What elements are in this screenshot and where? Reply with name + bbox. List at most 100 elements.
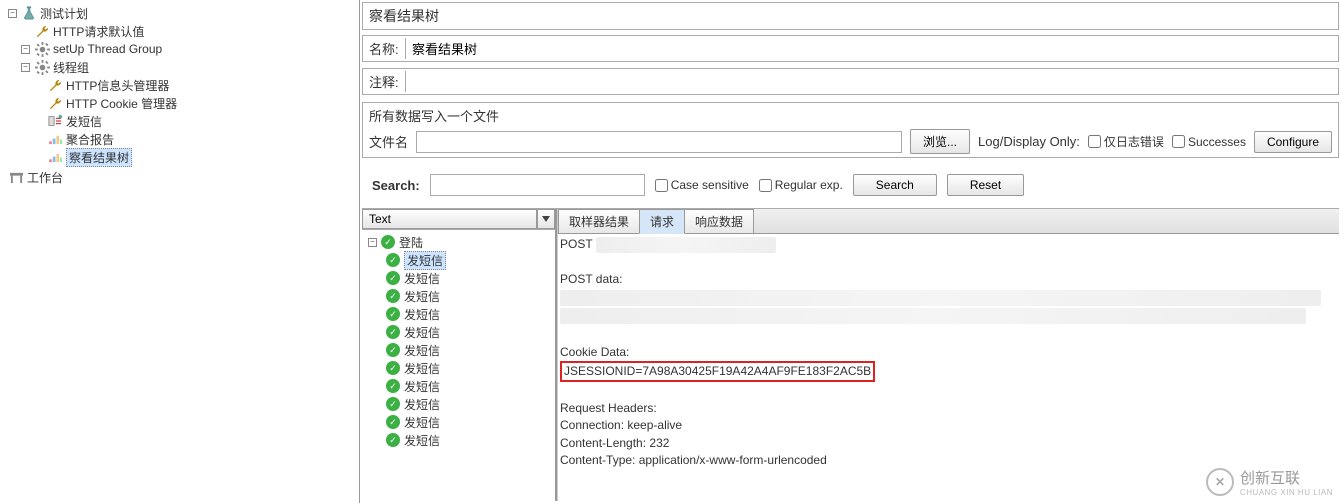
tree-item[interactable]: 聚合报告 bbox=[6, 130, 353, 148]
result-item[interactable]: ✓发短信 bbox=[366, 305, 551, 323]
result-label: 发短信 bbox=[404, 360, 440, 377]
success-icon: ✓ bbox=[381, 235, 395, 249]
successes-checkbox[interactable]: Successes bbox=[1172, 135, 1246, 149]
header-content-length: Content-Length: 232 bbox=[560, 435, 1337, 452]
tree-item[interactable]: HTTP Cookie 管理器 bbox=[6, 94, 353, 112]
success-icon: ✓ bbox=[386, 325, 400, 339]
name-input[interactable] bbox=[405, 38, 1338, 59]
tree-label: 聚合报告 bbox=[66, 131, 114, 148]
result-item[interactable]: ✓发短信 bbox=[366, 377, 551, 395]
panel-title: 察看结果树 bbox=[362, 2, 1339, 30]
request-detail-panel: 取样器结果 请求 响应数据 POST POST data: Cookie Dat… bbox=[557, 209, 1339, 501]
collapse-icon[interactable]: − bbox=[368, 238, 377, 247]
wrench-icon bbox=[47, 95, 63, 111]
result-item[interactable]: ✓ 发短信 bbox=[366, 251, 551, 269]
result-label: 发短信 bbox=[404, 342, 440, 359]
tree-label: 线程组 bbox=[53, 59, 89, 76]
cookie-value-highlight: JSESSIONID=7A98A30425F19A42A4AF9FE183F2A… bbox=[560, 361, 875, 382]
reset-button[interactable]: Reset bbox=[947, 174, 1024, 196]
result-label: 登陆 bbox=[399, 234, 423, 251]
result-item[interactable]: ✓ 发短信 bbox=[366, 431, 551, 449]
result-item[interactable]: ✓ 发短信 bbox=[366, 413, 551, 431]
tree-item[interactable]: −setUp Thread Group bbox=[6, 40, 353, 58]
chevron-down-icon[interactable] bbox=[537, 209, 555, 229]
detail-panel: 察看结果树 名称: 注释: 所有数据写入一个文件 文件名 浏览... Log/D… bbox=[360, 0, 1341, 503]
result-item[interactable]: ✓发短信 bbox=[366, 323, 551, 341]
tabs: 取样器结果 请求 响应数据 bbox=[558, 209, 1339, 234]
request-icon bbox=[47, 113, 63, 129]
comment-field-row: 注释: bbox=[362, 68, 1339, 95]
workbench-node[interactable]: 工作台 bbox=[6, 168, 353, 186]
result-item[interactable]: ✓ 发短信 bbox=[366, 269, 551, 287]
erlenmeyer-icon bbox=[21, 5, 37, 21]
watermark-logo: ✕ 创新互联 CHUANG XIN HU LIAN bbox=[1206, 467, 1333, 497]
renderer-dropdown[interactable]: Text bbox=[362, 209, 537, 229]
name-field-row: 名称: bbox=[362, 35, 1339, 62]
tree-label: HTTP信息头管理器 bbox=[66, 77, 169, 94]
result-label: 发短信 bbox=[404, 306, 440, 323]
results-tree-panel: Text − ✓ 登陆 ✓ 发短信 ✓ 发短信 ✓ 发短信 ✓ 发短信 ✓ 发短信 ✓ 发短信 ✓ 发短信… bbox=[362, 209, 557, 501]
result-item[interactable]: ✓ 发短信 bbox=[366, 341, 551, 359]
success-icon: ✓ bbox=[386, 415, 400, 429]
result-label: 发短信 bbox=[404, 432, 440, 449]
result-label: 发短信 bbox=[404, 378, 440, 395]
result-item[interactable]: ✓ 发短信 bbox=[366, 359, 551, 377]
success-icon: ✓ bbox=[386, 271, 400, 285]
success-icon: ✓ bbox=[386, 289, 400, 303]
success-icon: ✓ bbox=[386, 343, 400, 357]
tree-label: HTTP请求默认值 bbox=[53, 23, 144, 40]
errors-only-checkbox[interactable]: 仅日志错误 bbox=[1088, 133, 1164, 150]
collapse-icon[interactable]: − bbox=[21, 63, 30, 72]
file-section-title: 所有数据写入一个文件 bbox=[369, 106, 1332, 125]
results-icon bbox=[47, 149, 63, 165]
navigation-tree: − 测试计划 HTTP请求默认值−setUp Thread Group−线程组H… bbox=[0, 0, 360, 503]
search-input[interactable] bbox=[430, 174, 645, 196]
search-button[interactable]: Search bbox=[853, 174, 937, 196]
tree-item[interactable]: − 线程组 bbox=[6, 58, 353, 76]
report-icon bbox=[47, 131, 63, 147]
regex-checkbox[interactable]: Regular exp. bbox=[759, 178, 843, 192]
success-icon: ✓ bbox=[386, 361, 400, 375]
gear-icon bbox=[34, 41, 50, 57]
configure-button[interactable]: Configure bbox=[1254, 131, 1332, 153]
wrench-icon bbox=[47, 77, 63, 93]
success-icon: ✓ bbox=[386, 253, 400, 267]
tab-request[interactable]: 请求 bbox=[639, 209, 685, 234]
search-label: Search: bbox=[372, 178, 420, 193]
results-tree: − ✓ 登陆 ✓ 发短信 ✓ 发短信 ✓ 发短信 ✓ 发短信 ✓ 发短信 ✓ 发短信 ✓ 发短信 ✓ 发短信 ✓… bbox=[362, 230, 555, 501]
tab-sampler-result[interactable]: 取样器结果 bbox=[558, 209, 640, 233]
filename-input[interactable] bbox=[416, 131, 902, 153]
log-display-label: Log/Display Only: bbox=[978, 134, 1080, 149]
case-sensitive-checkbox[interactable]: Case sensitive bbox=[655, 178, 749, 192]
comment-input[interactable] bbox=[405, 71, 1338, 92]
detail-body[interactable]: POST POST data: Cookie Data: JSESSIONID=… bbox=[558, 234, 1339, 501]
tree-item[interactable]: HTTP请求默认值 bbox=[6, 22, 353, 40]
collapse-icon[interactable]: − bbox=[8, 9, 17, 18]
success-icon: ✓ bbox=[386, 433, 400, 447]
result-root[interactable]: − ✓ 登陆 bbox=[366, 233, 551, 251]
results-section: Text − ✓ 登陆 ✓ 发短信 ✓ 发短信 ✓ 发短信 ✓ 发短信 ✓ 发短信 ✓ 发短信 ✓ 发短信… bbox=[362, 208, 1339, 501]
result-item[interactable]: ✓ 发短信 bbox=[366, 287, 551, 305]
tree-label: 察看结果树 bbox=[66, 148, 132, 167]
tree-item[interactable]: 察看结果树 bbox=[6, 148, 353, 166]
tree-label: 发短信 bbox=[66, 113, 102, 130]
tab-response-data[interactable]: 响应数据 bbox=[684, 209, 754, 233]
tree-item[interactable]: 发短信 bbox=[6, 112, 353, 130]
cookie-data-label: Cookie Data: bbox=[560, 344, 1337, 361]
comment-label: 注释: bbox=[363, 69, 405, 94]
result-item[interactable]: ✓发短信 bbox=[366, 395, 551, 413]
post-data-label: POST data: bbox=[560, 271, 1337, 288]
collapse-icon[interactable]: − bbox=[21, 45, 30, 54]
tree-root[interactable]: − 测试计划 bbox=[6, 4, 353, 22]
file-output-section: 所有数据写入一个文件 文件名 浏览... Log/Display Only: 仅… bbox=[362, 102, 1339, 158]
browse-button[interactable]: 浏览... bbox=[910, 129, 970, 154]
header-connection: Connection: keep-alive bbox=[560, 417, 1337, 434]
result-label: 发短信 bbox=[404, 396, 440, 413]
result-label: 发短信 bbox=[404, 251, 446, 270]
result-label: 发短信 bbox=[404, 288, 440, 305]
name-label: 名称: bbox=[363, 36, 405, 61]
result-label: 发短信 bbox=[404, 414, 440, 431]
wrench-icon bbox=[34, 23, 50, 39]
result-label: 发短信 bbox=[404, 270, 440, 287]
tree-item[interactable]: HTTP信息头管理器 bbox=[6, 76, 353, 94]
